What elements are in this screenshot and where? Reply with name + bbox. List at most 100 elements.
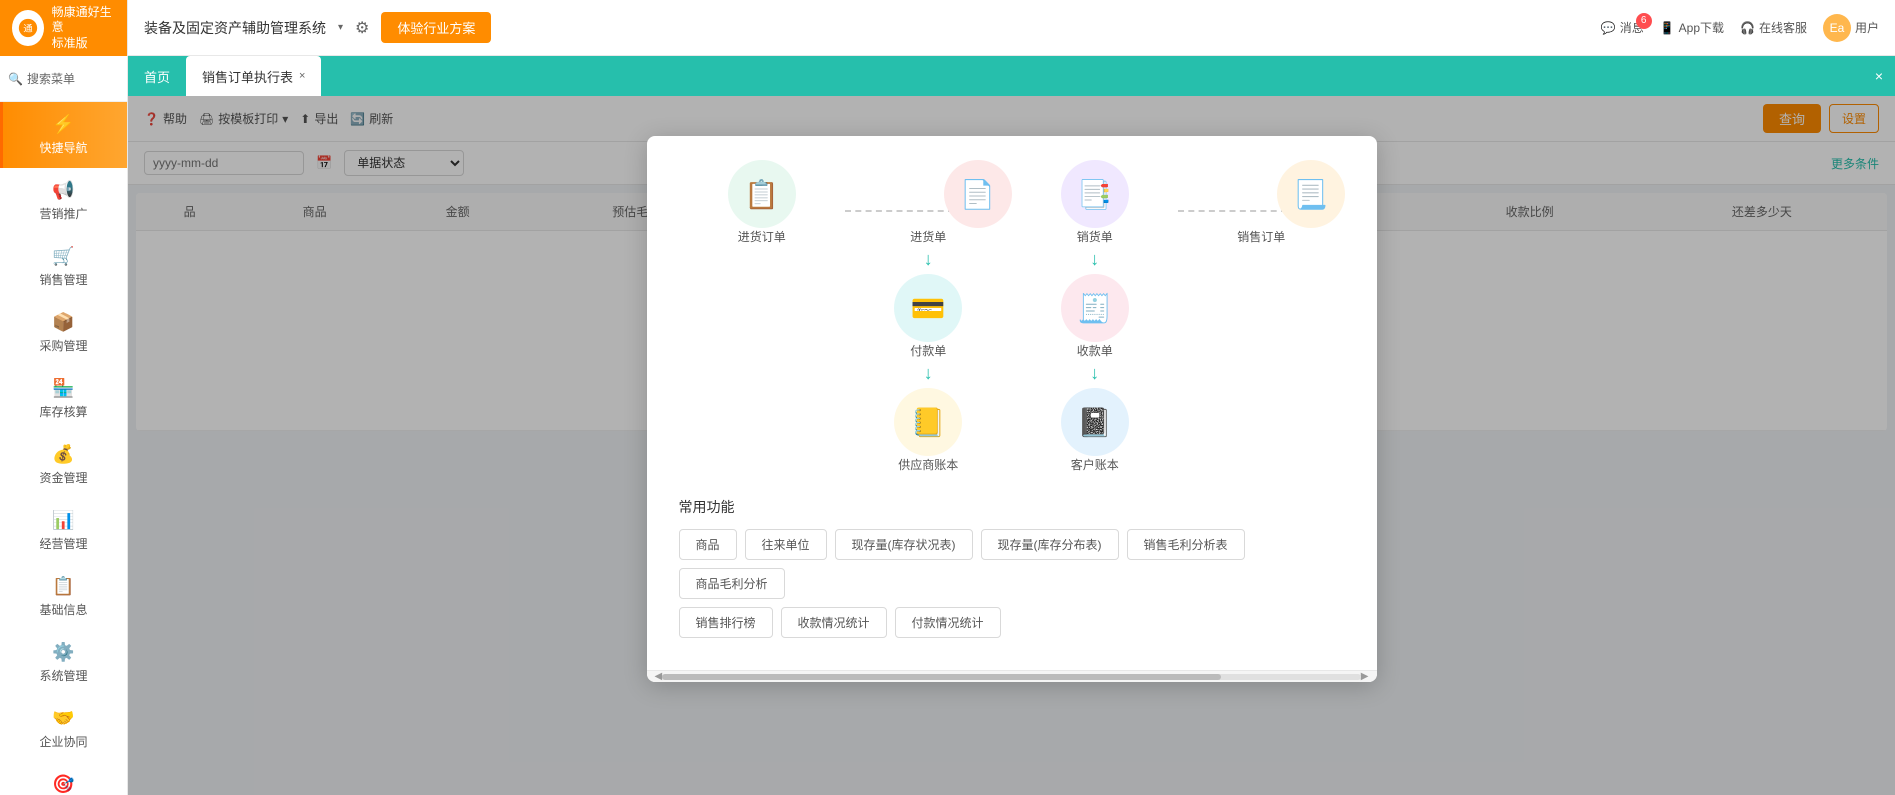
try-button[interactable]: 体验行业方案 (381, 12, 491, 43)
supplier-account-icon: 📒 (911, 406, 946, 439)
settings-icon[interactable]: ⚙ (355, 18, 369, 38)
func-btn-stock-dist[interactable]: 现存量(库存分布表) (981, 529, 1119, 560)
sidebar-item-system[interactable]: ⚙️ 系统管理 (0, 630, 127, 696)
func-btn-sales-rank[interactable]: 销售排行榜 (679, 607, 773, 638)
search-icon: 🔍 (8, 72, 23, 86)
purchase-bill-icon: 📄 (960, 178, 995, 211)
service-icon: 🎧 (1740, 21, 1755, 35)
sidebar-item-enterprise[interactable]: 🤝 企业协同 (0, 696, 127, 762)
message-icon: 💬 (1601, 21, 1616, 35)
wf-customer-account-label: 客户账本 (1071, 456, 1119, 473)
system-icon: ⚙️ (52, 642, 74, 663)
wf-payment-bill-label: 付款单 (910, 342, 946, 359)
sales-order-icon: 📃 (1293, 178, 1328, 211)
tab-bar: 首页 销售订单执行表 × × (128, 56, 1895, 96)
func-btn-partner[interactable]: 往来单位 (745, 529, 827, 560)
sidebar-item-inventory[interactable]: 🏪 库存核算 (0, 366, 127, 432)
wf-sales-order-node[interactable]: 📃 (1277, 160, 1345, 228)
sales-bill-icon: 📑 (1077, 178, 1112, 211)
system-dropdown-arrow[interactable]: ▾ (338, 22, 343, 33)
sidebar-item-purchase[interactable]: 📦 采购管理 (0, 300, 127, 366)
online-service-button[interactable]: 🎧 在线客服 (1740, 19, 1807, 36)
wf-customer-account-cell: 📓 客户账本 (1012, 388, 1179, 473)
logo-icon: 通 (12, 10, 44, 46)
wf-payment-bill-cell: 💳 付款单 (845, 274, 1012, 359)
svg-text:通: 通 (23, 24, 32, 34)
wf-receipt-bill-node[interactable]: 🧾 (1061, 274, 1129, 342)
message-badge: 6 (1636, 13, 1652, 29)
arrow-down-receipt: ↓ (1012, 359, 1179, 388)
wf-purchase-order-node[interactable]: 📋 (728, 160, 796, 228)
scroll-left-arrow[interactable]: ◀ (655, 671, 663, 682)
sidebar-item-newbie[interactable]: 🎯 新手引导 (0, 762, 127, 795)
wf-receipt-bill-cell: 🧾 收款单 (1012, 274, 1179, 359)
sidebar-logo: 通 畅康通好生意 标准版 (0, 0, 127, 56)
func-btn-stock-status[interactable]: 现存量(库存状况表) (835, 529, 973, 560)
func-buttons-grid-2: 销售排行榜 收款情况统计 付款情况统计 (679, 607, 1345, 638)
wf-sales-bill-label: 销货单 (1077, 228, 1113, 245)
tab-close-icon[interactable]: × (299, 70, 305, 82)
marketing-icon: 📢 (52, 180, 74, 201)
operations-icon: 📊 (52, 510, 74, 531)
func-btn-product-profit[interactable]: 商品毛利分析 (679, 568, 785, 599)
enterprise-icon: 🤝 (52, 708, 74, 729)
func-btn-payment-stats[interactable]: 付款情况统计 (895, 607, 1001, 638)
scroll-right-arrow[interactable]: ▶ (1361, 671, 1369, 682)
customer-account-icon: 📓 (1077, 406, 1112, 439)
arrow-down-sales: ↓ (1012, 245, 1179, 274)
common-functions: 常用功能 商品 往来单位 现存量(库存状况表) 现存量(库存分布表) 销售毛利分… (679, 497, 1345, 638)
func-btn-product[interactable]: 商品 (679, 529, 737, 560)
message-button[interactable]: 💬 消息 6 (1601, 19, 1644, 36)
wf-purchase-bill-label: 进货单 (910, 228, 946, 245)
sidebar: 通 畅康通好生意 标准版 🔍 搜索菜单 ⚡ 快捷导航 📢 营销推广 🛒 (0, 0, 128, 795)
wf-purchase-bill-cell: 📄 进货单 (845, 160, 1012, 245)
sidebar-nav: ⚡ 快捷导航 📢 营销推广 🛒 销售管理 📦 采购管理 🏪 库存核算 💰 (0, 102, 127, 795)
sidebar-item-quick-nav[interactable]: ⚡ 快捷导航 (0, 102, 127, 168)
download-icon: 📱 (1660, 21, 1675, 35)
wf-supplier-account-label: 供应商账本 (898, 456, 958, 473)
wf-sales-bill-node[interactable]: 📑 (1061, 160, 1129, 228)
sales-icon: 🛒 (52, 246, 74, 267)
tab-close-main-icon[interactable]: × (1875, 68, 1883, 84)
quick-nav-icon: ⚡ (52, 114, 74, 135)
sidebar-search[interactable]: 🔍 搜索菜单 (0, 56, 127, 102)
wf-payment-bill-node[interactable]: 💳 (894, 274, 962, 342)
func-btn-sales-profit[interactable]: 销售毛利分析表 (1127, 529, 1245, 560)
system-title: 装备及固定资产辅助管理系统 (144, 18, 326, 38)
wf-purchase-bill-node[interactable]: 📄 (944, 160, 1012, 228)
sidebar-item-sales[interactable]: 🛒 销售管理 (0, 234, 127, 300)
scrollbar-track[interactable] (662, 674, 1361, 680)
logo-text: 畅康通好生意 标准版 (52, 5, 115, 52)
sidebar-item-base-info[interactable]: 📋 基础信息 (0, 564, 127, 630)
wf-sales-order-label: 销售订单 (1237, 228, 1285, 245)
func-buttons-grid: 商品 往来单位 现存量(库存状况表) 现存量(库存分布表) 销售毛利分析表 商品… (679, 529, 1345, 599)
top-header: 装备及固定资产辅助管理系统 ▾ ⚙ 体验行业方案 💬 消息 6 📱 App下载 … (128, 0, 1895, 56)
sidebar-item-operations[interactable]: 📊 经营管理 (0, 498, 127, 564)
wf-supplier-account-cell: 📒 供应商账本 (845, 388, 1012, 473)
common-functions-title: 常用功能 (679, 497, 1345, 517)
func-btn-receipt-stats[interactable]: 收款情况统计 (781, 607, 887, 638)
arrow-down-purchase: ↓ (845, 245, 1012, 274)
content-area: ❓ 帮助 🖨 按模板打印 ▾ ⬆ 导出 🔄 刷新 查询 (128, 96, 1895, 795)
tab-sales-order[interactable]: 销售订单执行表 × (186, 56, 321, 96)
search-menu-button[interactable]: 🔍 搜索菜单 (8, 66, 119, 91)
wf-supplier-account-node[interactable]: 📒 (894, 388, 962, 456)
receipt-bill-icon: 🧾 (1077, 292, 1112, 325)
sidebar-item-marketing[interactable]: 📢 营销推广 (0, 168, 127, 234)
wf-customer-account-node[interactable]: 📓 (1061, 388, 1129, 456)
wf-purchase-order-label: 进货订单 (738, 228, 786, 245)
app-download-button[interactable]: 📱 App下载 (1660, 19, 1724, 36)
header-actions: 💬 消息 6 📱 App下载 🎧 在线客服 Ea 用户 (1601, 14, 1879, 42)
tab-home[interactable]: 首页 (128, 56, 186, 96)
purchase-order-icon: 📋 (744, 178, 779, 211)
sidebar-item-finance[interactable]: 💰 资金管理 (0, 432, 127, 498)
payment-bill-icon: 💳 (911, 292, 946, 325)
user-button[interactable]: Ea 用户 (1823, 14, 1879, 42)
workflow-modal: 📋 进货订单 📄 (647, 136, 1377, 682)
newbie-icon: 🎯 (52, 774, 74, 795)
user-avatar: Ea (1823, 14, 1851, 42)
modal-overlay[interactable]: 📋 进货订单 📄 (128, 96, 1895, 795)
inventory-icon: 🏪 (52, 378, 74, 399)
scrollbar-thumb (662, 674, 1221, 680)
workflow-diagram: 📋 进货订单 📄 (679, 160, 1345, 473)
